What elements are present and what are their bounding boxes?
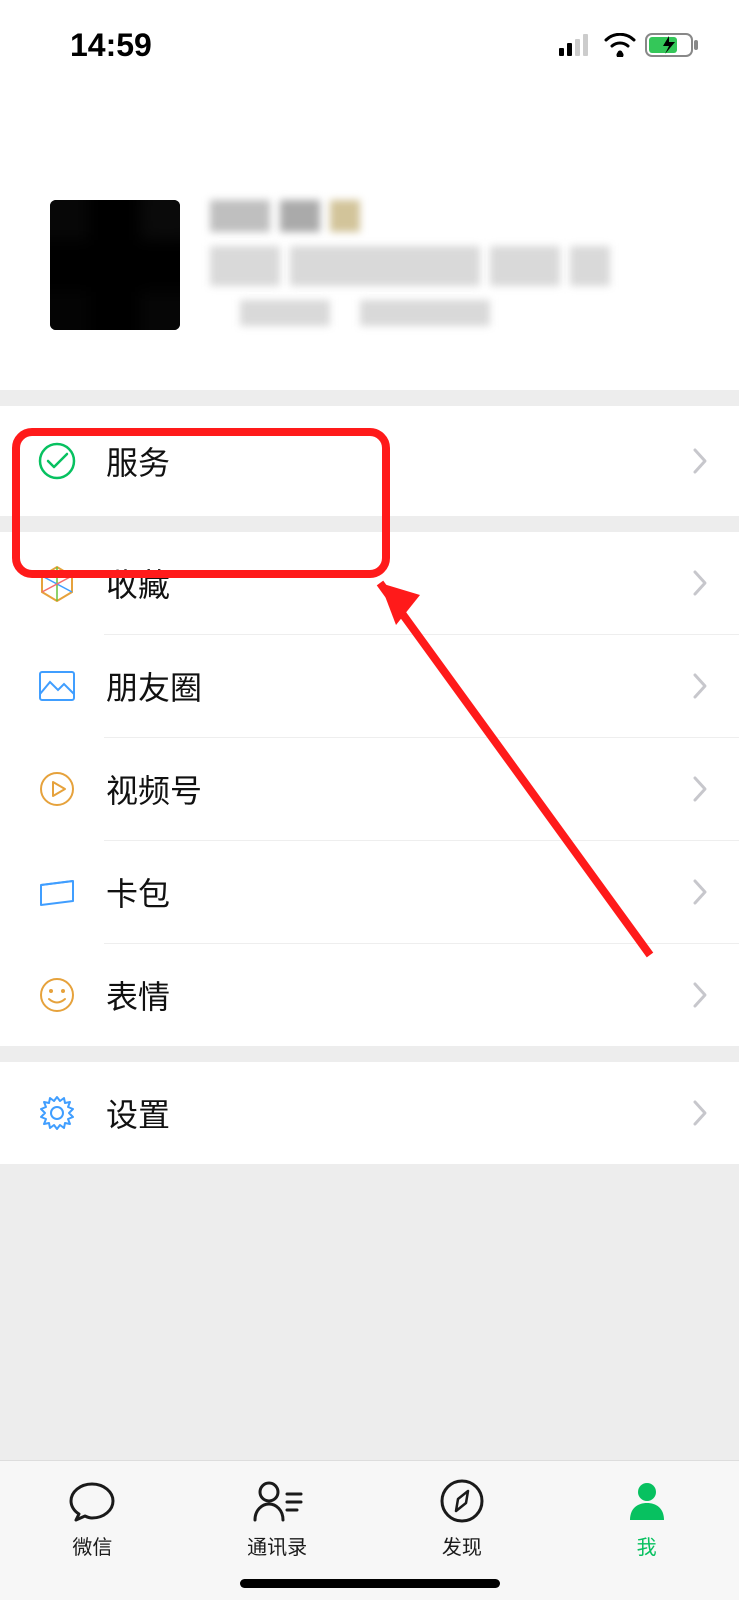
status-time: 14:59 [70,27,152,64]
avatar[interactable] [50,200,180,330]
section-gap [0,516,739,532]
nav-label: 通讯录 [247,1531,307,1560]
discover-icon [436,1475,488,1527]
nav-label: 微信 [72,1531,112,1560]
section-gap [0,1046,739,1062]
menu-label: 视频号 [106,766,691,812]
menu-item-services[interactable]: 服务 [0,406,739,516]
profile-extra-redacted [240,300,709,326]
chat-icon [66,1475,118,1527]
menu-item-stickers[interactable]: 表情 [0,944,739,1046]
battery-charging-icon [645,32,699,58]
menu-group-main: 收藏 朋友圈 视频号 卡包 表情 [0,532,739,1046]
menu-item-channels[interactable]: 视频号 [0,738,739,840]
nav-tab-me[interactable]: 我 [554,1461,739,1600]
menu-item-moments[interactable]: 朋友圈 [0,635,739,737]
profile-id-redacted [210,246,709,286]
menu-label: 卡包 [106,869,691,915]
services-icon [36,440,78,482]
wifi-icon [603,33,637,57]
favorites-icon [36,562,78,604]
moments-icon [36,665,78,707]
menu-group-settings: 设置 [0,1062,739,1164]
profile-info [210,200,709,340]
settings-icon [36,1092,78,1134]
chevron-right-icon [691,1098,709,1128]
menu-item-settings[interactable]: 设置 [0,1062,739,1164]
stickers-icon [36,974,78,1016]
signal-icon [559,34,595,56]
chevron-right-icon [691,980,709,1010]
profile-section[interactable] [0,90,739,390]
chevron-right-icon [691,671,709,701]
chevron-right-icon [691,568,709,598]
channels-icon [36,768,78,810]
menu-item-favorites[interactable]: 收藏 [0,532,739,634]
status-icons [559,32,699,58]
menu-item-cards[interactable]: 卡包 [0,841,739,943]
menu-label: 设置 [106,1090,691,1136]
menu-label: 服务 [106,438,691,484]
section-gap [0,390,739,406]
menu-label: 表情 [106,972,691,1018]
menu-label: 收藏 [106,560,691,606]
home-indicator[interactable] [240,1579,500,1588]
menu-group-services: 服务 [0,406,739,516]
nav-label: 发现 [442,1531,482,1560]
chevron-right-icon [691,774,709,804]
menu-label: 朋友圈 [106,663,691,709]
status-bar: 14:59 [0,0,739,90]
nav-label: 我 [637,1531,657,1560]
nav-tab-wechat[interactable]: 微信 [0,1461,185,1600]
cards-icon [36,871,78,913]
me-icon [621,1475,673,1527]
contacts-icon [251,1475,303,1527]
profile-name-redacted [210,200,709,232]
chevron-right-icon [691,877,709,907]
chevron-right-icon [691,446,709,476]
